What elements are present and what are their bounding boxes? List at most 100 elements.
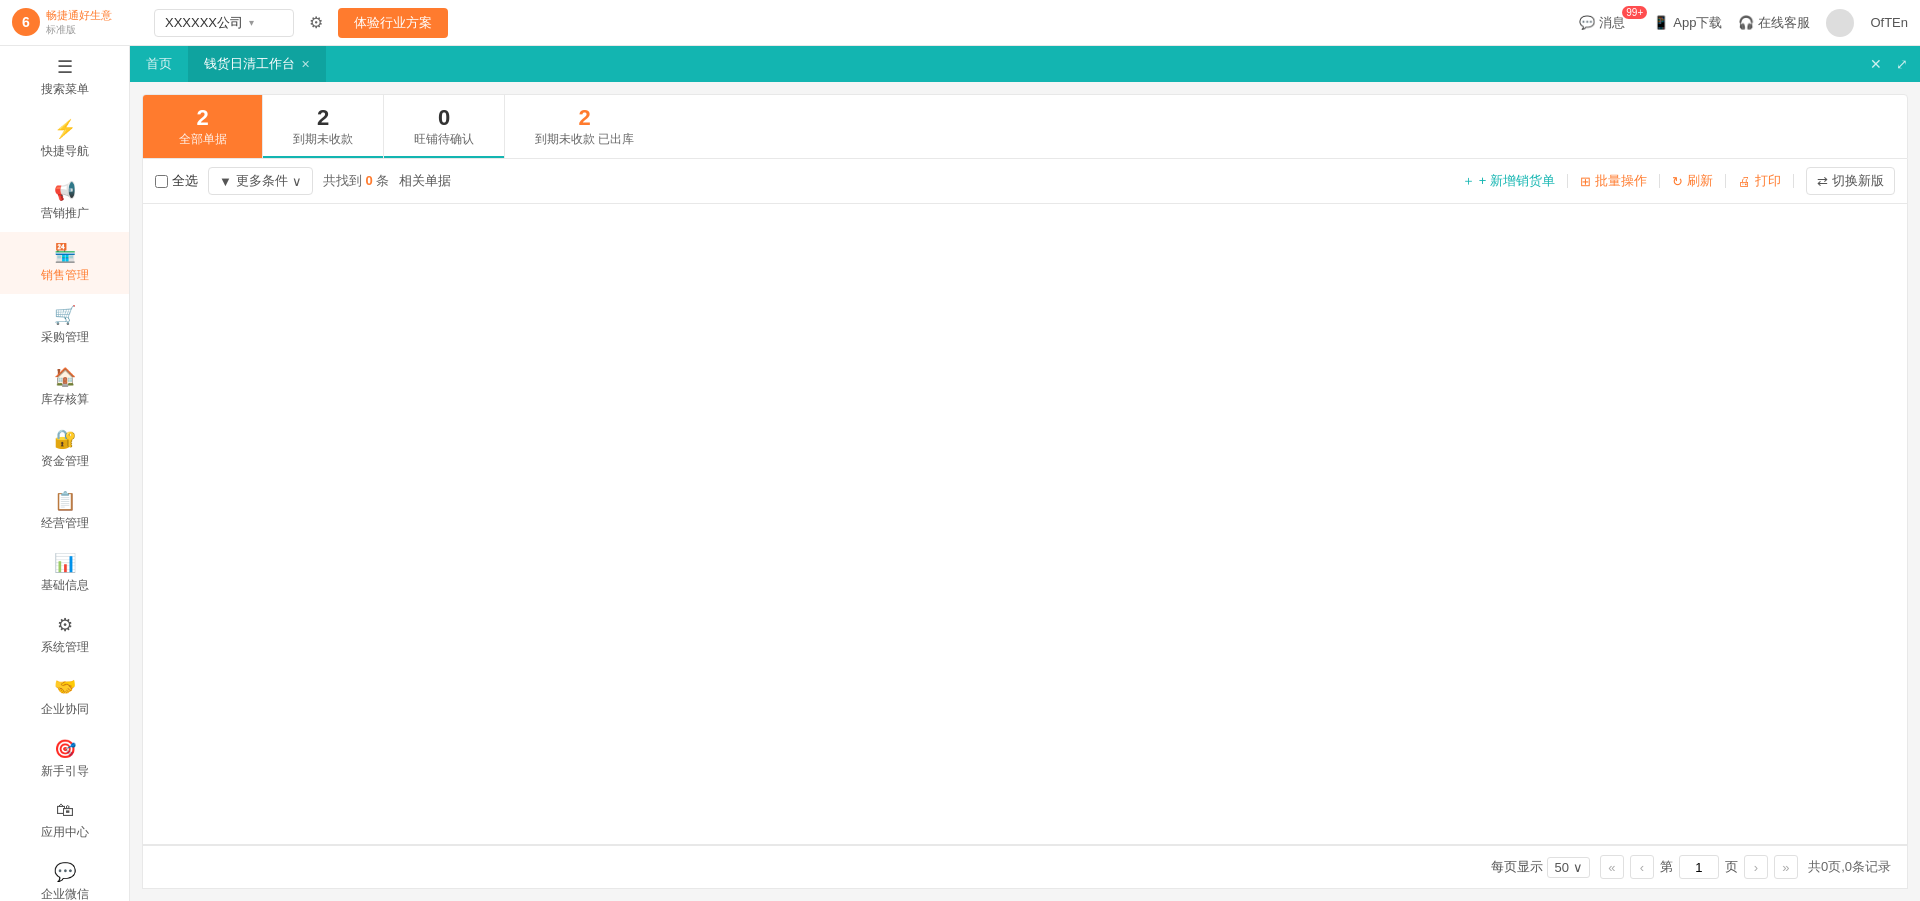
- company-name: XXXXXX公司: [165, 14, 243, 32]
- sidebar-label-app-center: 应用中心: [41, 824, 89, 841]
- sidebar-label-inventory: 库存核算: [41, 391, 89, 408]
- sidebar-label-quick-nav: 快捷导航: [41, 143, 89, 160]
- sidebar-item-system[interactable]: ⚙ 系统管理: [0, 604, 129, 666]
- stat-tab-overdue-shipped[interactable]: 2 到期未收款 已出库: [505, 95, 664, 158]
- guide-icon: 🎯: [54, 738, 76, 760]
- tab-indicator-overdue: [263, 156, 383, 158]
- quick-nav-icon: ⚡: [54, 118, 76, 140]
- sidebar-item-marketing[interactable]: 📢 营销推广: [0, 170, 129, 232]
- related-orders-link[interactable]: 相关单据: [399, 172, 451, 190]
- sidebar-item-operations[interactable]: 📋 经营管理: [0, 480, 129, 542]
- online-service-label: 在线客服: [1758, 14, 1810, 32]
- message-action[interactable]: 💬 消息 99+: [1579, 14, 1637, 32]
- stat-label-overdue-shipped: 到期未收款 已出库: [535, 131, 634, 148]
- toolbar-left: 全选 ▼ 更多条件 ∨ 共找到 0 条 相关单据: [155, 167, 1450, 195]
- app-download-label: App下载: [1673, 14, 1722, 32]
- page-size-select: 每页显示 50 ∨: [1491, 857, 1589, 878]
- tab-cash-goods[interactable]: 钱货日清工作台 ✕: [188, 46, 326, 82]
- switch-icon: ⇄: [1817, 174, 1828, 189]
- tab-maximize-icon[interactable]: ⤢: [1892, 54, 1912, 74]
- tab-home-label: 首页: [146, 55, 172, 73]
- logo-area: 6 畅捷通好生意 标准版: [12, 8, 142, 36]
- per-page-label: 每页显示: [1491, 858, 1543, 876]
- sidebar-item-search-menu[interactable]: ☰ 搜索菜单: [0, 46, 129, 108]
- chevron-down-icon: ▾: [249, 17, 254, 28]
- print-button[interactable]: 🖨 打印: [1738, 172, 1781, 190]
- sidebar-item-purchase[interactable]: 🛒 采购管理: [0, 294, 129, 356]
- batch-button[interactable]: ⊞ 批量操作: [1580, 172, 1647, 190]
- sidebar-item-finance[interactable]: 🔐 资金管理: [0, 418, 129, 480]
- tab-bar: 首页 钱货日清工作台 ✕ ✕ ⤢: [130, 46, 1920, 82]
- content-area: 首页 钱货日清工作台 ✕ ✕ ⤢ 2 全部单据 2 到期未收款: [130, 46, 1920, 901]
- sidebar-item-inventory[interactable]: 🏠 库存核算: [0, 356, 129, 418]
- page-of-label: 页: [1725, 858, 1738, 876]
- operations-icon: 📋: [54, 490, 76, 512]
- sidebar-item-sales[interactable]: 🏪 销售管理: [0, 232, 129, 294]
- settings-icon[interactable]: ⚙: [302, 9, 330, 37]
- stat-count-overdue-shipped: 2: [579, 105, 591, 131]
- tab-indicator-pending: [384, 156, 504, 158]
- filter-icon: ▼: [219, 174, 232, 189]
- logo-text: 畅捷通好生意 标准版: [46, 8, 112, 36]
- sidebar-label-finance: 资金管理: [41, 453, 89, 470]
- next-page-button[interactable]: ›: [1744, 855, 1768, 879]
- avatar[interactable]: [1826, 9, 1854, 37]
- sidebar-label-operations: 经营管理: [41, 515, 89, 532]
- stat-tab-all[interactable]: 2 全部单据: [143, 95, 263, 158]
- first-page-button[interactable]: «: [1600, 855, 1624, 879]
- page-input[interactable]: [1679, 855, 1719, 879]
- add-order-label: + 新增销货单: [1479, 172, 1555, 190]
- stat-count-all: 2: [196, 105, 208, 131]
- last-page-button[interactable]: »: [1774, 855, 1798, 879]
- stats-tabs: 2 全部单据 2 到期未收款 0 旺铺待确认 2 到期未收款 已出库: [142, 94, 1908, 159]
- enterprise-icon: 🤝: [54, 676, 76, 698]
- base-info-icon: 📊: [54, 552, 76, 574]
- stat-tab-pending[interactable]: 0 旺铺待确认: [384, 95, 505, 158]
- sidebar-item-app-center[interactable]: 🛍 应用中心: [0, 790, 129, 851]
- sidebar-item-guide[interactable]: 🎯 新手引导: [0, 728, 129, 790]
- sidebar-item-base-info[interactable]: 📊 基础信息: [0, 542, 129, 604]
- tab-close-icon[interactable]: ✕: [301, 58, 310, 71]
- stat-tab-overdue[interactable]: 2 到期未收款: [263, 95, 384, 158]
- search-menu-icon: ☰: [57, 56, 73, 78]
- experience-button[interactable]: 体验行业方案: [338, 8, 448, 38]
- divider-4: [1793, 174, 1794, 188]
- tab-home[interactable]: 首页: [130, 46, 188, 82]
- prev-page-button[interactable]: ‹: [1630, 855, 1654, 879]
- checkbox-input[interactable]: [155, 175, 168, 188]
- system-icon: ⚙: [57, 614, 73, 636]
- finance-icon: 🔐: [54, 428, 76, 450]
- stat-label-all: 全部单据: [179, 131, 227, 148]
- tab-minimize-icon[interactable]: ✕: [1866, 54, 1886, 74]
- company-selector[interactable]: XXXXXX公司 ▾: [154, 9, 294, 37]
- wechat-icon: 💬: [54, 861, 76, 883]
- sidebar-item-enterprise[interactable]: 🤝 企业协同: [0, 666, 129, 728]
- refresh-icon: ↻: [1672, 174, 1683, 189]
- stat-count-overdue: 2: [317, 105, 329, 131]
- online-service-action[interactable]: 🎧 在线客服: [1738, 14, 1810, 32]
- result-count: 0: [366, 173, 373, 188]
- sidebar-label-sales: 销售管理: [41, 267, 89, 284]
- refresh-button[interactable]: ↻ 刷新: [1672, 172, 1713, 190]
- top-header: 6 畅捷通好生意 标准版 XXXXXX公司 ▾ ⚙ 体验行业方案 💬 消息 99…: [0, 0, 1920, 46]
- switch-version-button[interactable]: ⇄ 切换新版: [1806, 167, 1895, 195]
- app-download-action[interactable]: 📱 App下载: [1653, 14, 1722, 32]
- add-order-button[interactable]: ＋ + 新增销货单: [1462, 172, 1555, 190]
- batch-label: 批量操作: [1595, 172, 1647, 190]
- select-all-checkbox[interactable]: 全选: [155, 172, 198, 190]
- sidebar-label-purchase: 采购管理: [41, 329, 89, 346]
- more-filters-button[interactable]: ▼ 更多条件 ∨: [208, 167, 313, 195]
- logo-icon: 6: [12, 8, 40, 36]
- sidebar-item-wechat[interactable]: 💬 企业微信: [0, 851, 129, 901]
- sidebar-item-quick-nav[interactable]: ⚡ 快捷导航: [0, 108, 129, 170]
- divider-3: [1725, 174, 1726, 188]
- inventory-icon: 🏠: [54, 366, 76, 388]
- main-layout: ☰ 搜索菜单 ⚡ 快捷导航 📢 营销推广 🏪 销售管理 🛒 采购管理 🏠 库存核…: [0, 46, 1920, 901]
- message-label: 消息: [1599, 14, 1625, 32]
- divider-1: [1567, 174, 1568, 188]
- table-container: [142, 204, 1908, 845]
- page-label: 第: [1660, 858, 1673, 876]
- download-icon: 📱: [1653, 15, 1669, 30]
- add-icon: ＋: [1462, 172, 1475, 190]
- per-page-select[interactable]: 50 ∨: [1547, 857, 1589, 878]
